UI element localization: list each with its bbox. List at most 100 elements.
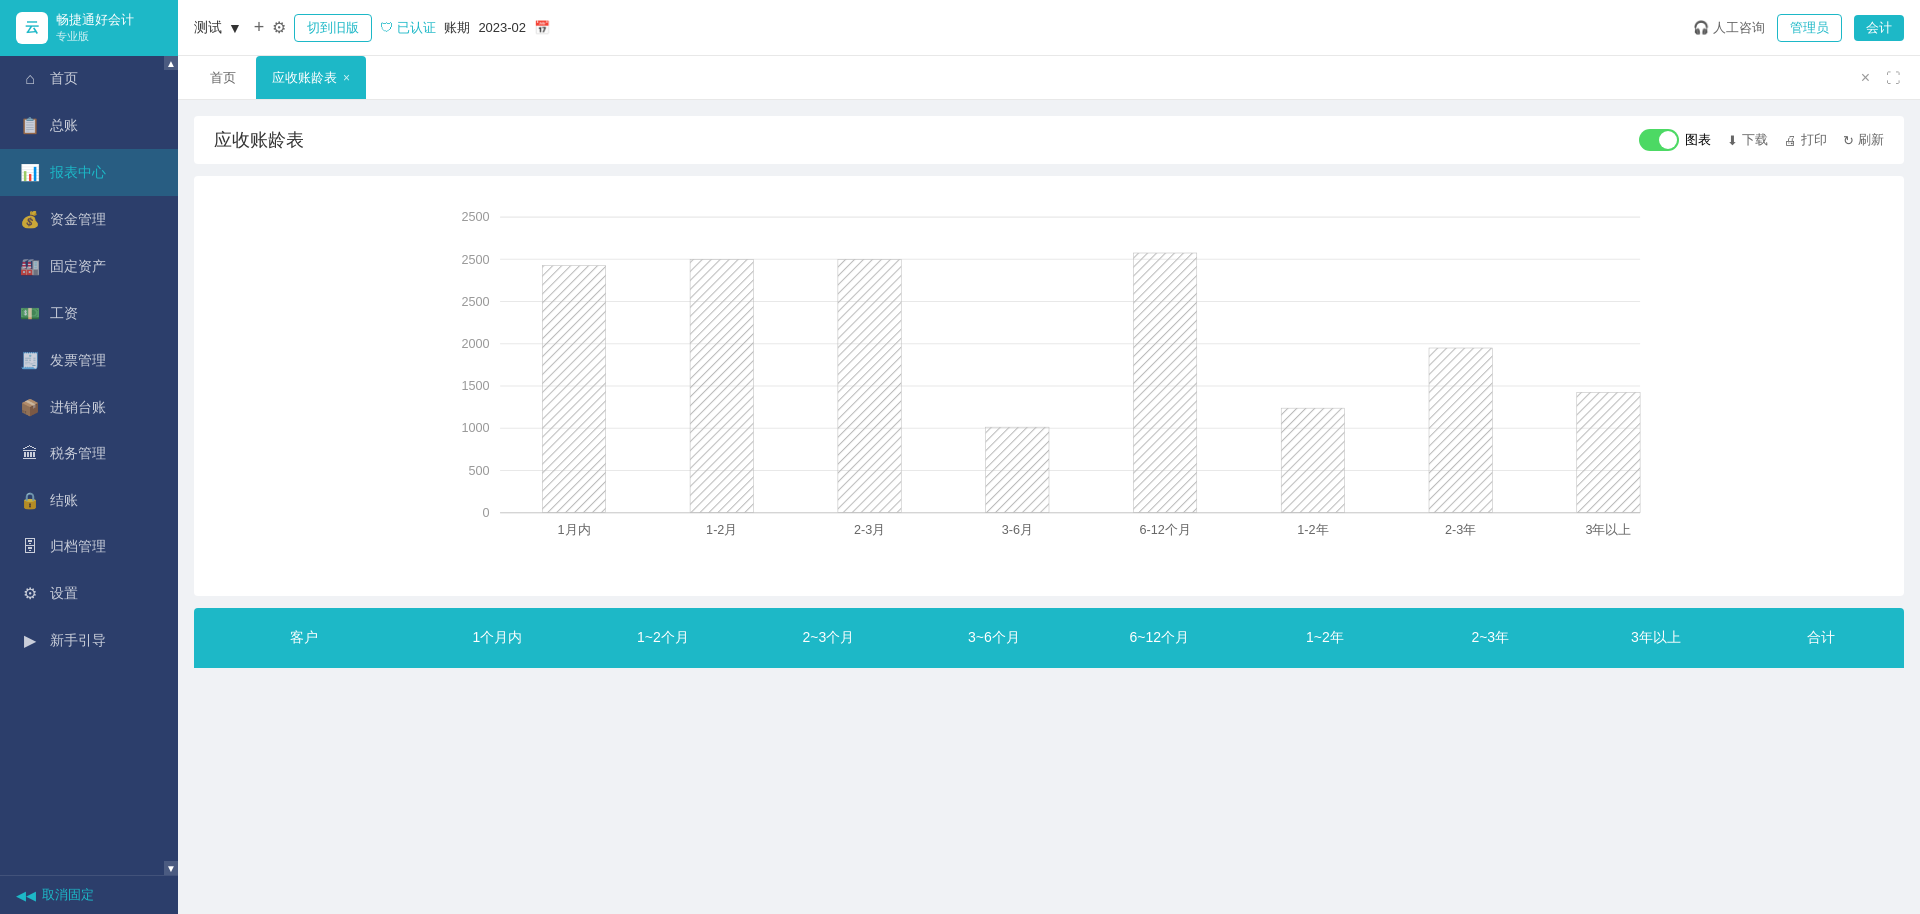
logo-text-wrap: 畅捷通好会计 专业版 [56,12,134,44]
svg-text:2500: 2500 [461,295,489,309]
table-header-col-0: 客户 [194,608,415,668]
sidebar-item-invoice[interactable]: 🧾 发票管理 [0,337,178,384]
ledger-icon: 📋 [20,116,40,135]
svg-text:1500: 1500 [461,379,489,393]
inventory-icon: 📦 [20,398,40,417]
sidebar-item-archive[interactable]: 🗄 归档管理 [0,524,178,570]
unpin-sidebar-button[interactable]: ◀◀ 取消固定 [0,875,178,914]
period-value: 2023-02 [478,20,526,35]
archive-icon: 🗄 [20,538,40,556]
svg-text:6-12个月: 6-12个月 [1139,523,1190,537]
download-button[interactable]: ⬇ 下载 [1727,131,1768,149]
consult-button[interactable]: 🎧 人工咨询 [1693,19,1765,37]
sidebar-item-closing[interactable]: 🔒 结账 [0,477,178,524]
sidebar-logo: 云 畅捷通好会计 专业版 [0,0,178,56]
accounting-period: 账期 2023-02 📅 [444,19,550,37]
payroll-icon: 💵 [20,304,40,323]
main-area: 测试 ▼ + ⚙ 切到旧版 🛡 已认证 账期 2023-02 📅 🎧 人工咨询 … [178,0,1920,914]
bar-chart: 2500 2500 2500 2000 1500 1000 500 0 [214,196,1884,576]
tab-receivable-aging[interactable]: 应收账龄表 × [256,56,366,99]
add-button[interactable]: + [254,17,265,38]
svg-rect-22 [838,259,901,512]
verified-label: 已认证 [397,19,436,37]
print-button[interactable]: 🖨 打印 [1784,131,1827,149]
svg-text:2000: 2000 [461,337,489,351]
page-title: 应收账龄表 [214,128,304,152]
svg-rect-30 [1429,348,1492,513]
manager-button[interactable]: 管理员 [1777,14,1842,42]
sidebar-item-label: 归档管理 [50,538,106,556]
download-icon: ⬇ [1727,133,1738,148]
svg-text:2-3年: 2-3年 [1445,523,1476,537]
svg-rect-20 [690,259,753,512]
project-name: 测试 [194,19,222,37]
table-header-col-6: 1~2年 [1242,608,1407,668]
sidebar-item-funds[interactable]: 💰资金管理 [0,196,178,243]
sidebar-item-ledger[interactable]: 📋 总账 [0,102,178,149]
sidebar-item-label: 工资 [50,305,78,323]
chart-area: 2500 2500 2500 2000 1500 1000 500 0 [194,176,1904,596]
sidebar-item-assets[interactable]: 🏭固定资产 [0,243,178,290]
reports-icon: 📊 [20,163,40,182]
tab-home-label: 首页 [210,69,236,87]
table-header: 客户1个月内1~2个月2~3个月3~6个月6~12个月1~2年2~3年3年以上合… [194,608,1904,668]
scroll-down-arrow[interactable]: ▼ [164,861,178,875]
sidebar-item-reports[interactable]: 📊 报表中心 [0,149,178,196]
sidebar-item-label: 新手引导 [50,632,106,650]
table-header-col-3: 2~3个月 [746,608,911,668]
sidebar-item-label: 发票管理 [50,352,106,370]
calendar-icon[interactable]: 📅 [534,20,550,35]
sidebar-item-label: 固定资产 [50,258,106,276]
scroll-up-arrow[interactable]: ▲ [164,56,178,70]
sidebar-item-label: 进销台账 [50,399,106,417]
sidebar-item-payroll[interactable]: 💵 工资 [0,290,178,337]
sidebar-item-label: 税务管理 [50,445,106,463]
page-actions: 图表 ⬇ 下载 🖨 打印 ↻ 刷新 [1639,129,1884,151]
svg-text:0: 0 [483,506,490,520]
print-label: 打印 [1801,131,1827,149]
table-header-col-5: 6~12个月 [1077,608,1242,668]
svg-text:2500: 2500 [461,253,489,267]
sidebar-item-guide[interactable]: ▶ 新手引导 [0,617,178,664]
sidebar-item-tax[interactable]: 🏛税务管理 [0,431,178,477]
svg-text:1-2年: 1-2年 [1297,523,1328,537]
svg-rect-32 [1577,392,1640,512]
table-header-col-4: 3~6个月 [911,608,1076,668]
svg-text:500: 500 [468,464,489,478]
chart-toggle-label: 图表 [1685,131,1711,149]
verified-badge: 🛡 已认证 [380,19,436,37]
print-icon: 🖨 [1784,133,1797,148]
refresh-button[interactable]: ↻ 刷新 [1843,131,1884,149]
sidebar-item-inventory[interactable]: 📦 进销台账 [0,384,178,431]
tab-close-icon[interactable]: × [343,71,350,85]
invoice-icon: 🧾 [20,351,40,370]
refresh-icon: ↻ [1843,133,1854,148]
sidebar-item-label: 首页 [50,70,78,88]
consult-label: 人工咨询 [1713,19,1765,37]
switch-old-version-button[interactable]: 切到旧版 [294,14,372,42]
logo-icon: 云 [16,12,48,44]
sidebar-item-settings[interactable]: ⚙设置 [0,570,178,617]
sidebar-item-label: 设置 [50,585,78,603]
sidebar-item-label: 报表中心 [50,164,106,182]
sidebar-item-home[interactable]: ⌂首页 [0,56,178,102]
svg-text:1000: 1000 [461,421,489,435]
sidebar-item-label: 总账 [50,117,78,135]
expand-window-icon[interactable]: ⛶ [1882,66,1904,90]
close-window-icon[interactable]: × [1857,65,1874,91]
page-header: 应收账龄表 图表 ⬇ 下载 🖨 打印 ↻ 刷新 [194,116,1904,164]
refresh-label: 刷新 [1858,131,1884,149]
headset-icon: 🎧 [1693,20,1709,35]
tab-active-label: 应收账龄表 [272,69,337,87]
chart-toggle[interactable] [1639,129,1679,151]
project-selector[interactable]: 测试 ▼ [194,19,242,37]
unpin-label: 取消固定 [42,886,94,904]
header-actions: + ⚙ 切到旧版 🛡 已认证 账期 2023-02 📅 [254,14,550,42]
sidebar-item-label: 结账 [50,492,78,510]
accountant-button[interactable]: 会计 [1854,15,1904,41]
guide-icon: ▶ [20,631,40,650]
tab-home[interactable]: 首页 [194,56,252,99]
settings-icon[interactable]: ⚙ [272,18,286,37]
app-name: 畅捷通好会计 [56,12,134,29]
closing-icon: 🔒 [20,491,40,510]
